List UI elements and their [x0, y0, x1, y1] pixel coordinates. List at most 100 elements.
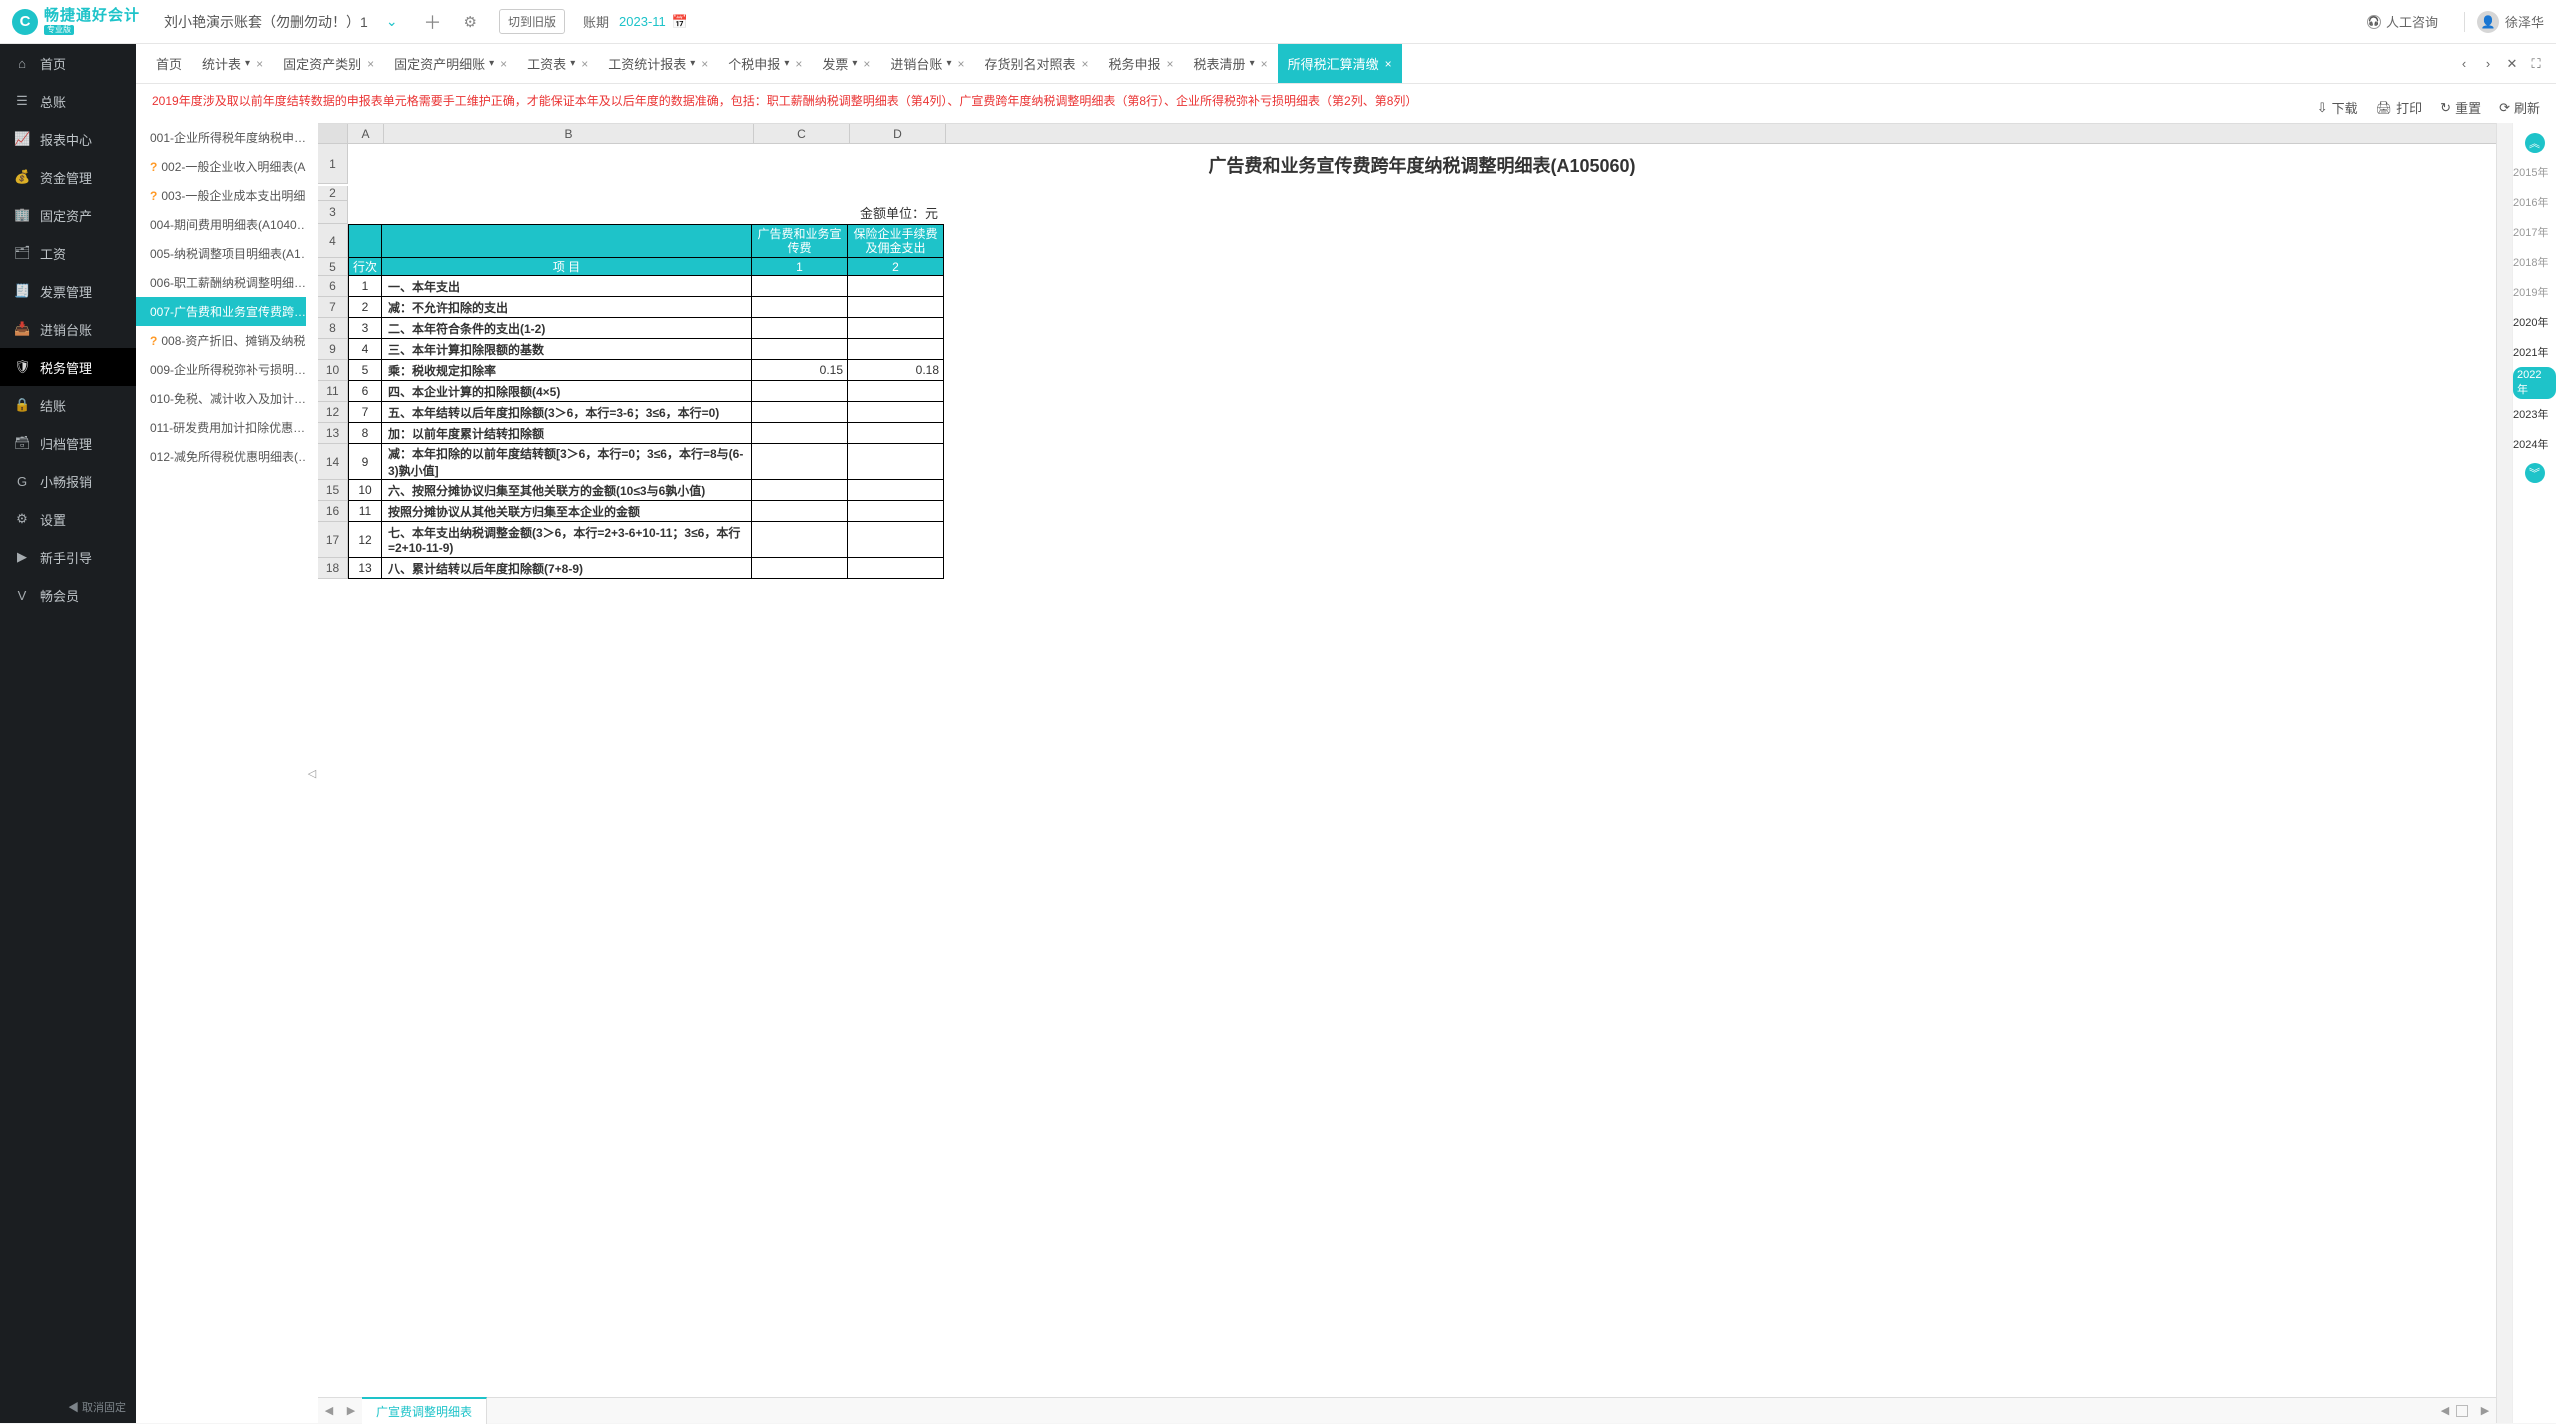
sheet-scroll-right-icon[interactable]: ▶	[2474, 1404, 2496, 1417]
form-list-item[interactable]: 012-减免所得税优惠明细表(…	[136, 442, 306, 471]
row-header[interactable]: 17	[318, 522, 348, 558]
tab-close-icon[interactable]: ×	[701, 57, 708, 71]
row-header[interactable]: 11	[318, 381, 348, 402]
cell-value-2[interactable]	[848, 444, 944, 480]
sheet-scroll-left-icon[interactable]: ◀	[2434, 1404, 2456, 1417]
username[interactable]: 徐泽华	[2505, 12, 2544, 31]
tab[interactable]: 发票▾×	[812, 44, 880, 83]
form-list-item[interactable]: 010-免税、减计收入及加计…	[136, 384, 306, 413]
nav-item[interactable]: ⌂首页	[0, 44, 136, 82]
nav-item[interactable]: ⚙设置	[0, 500, 136, 538]
form-list-item[interactable]: 001-企业所得税年度纳税申…	[136, 123, 306, 152]
cell-value-2[interactable]	[848, 423, 944, 444]
cell-value-1[interactable]	[752, 276, 848, 297]
row-header[interactable]: 7	[318, 297, 348, 318]
tab[interactable]: 固定资产类别×	[273, 44, 384, 83]
tab[interactable]: 固定资产明细账▾×	[384, 44, 517, 83]
row-header[interactable]: 14	[318, 444, 348, 480]
year-up-icon[interactable]: ︽	[2525, 133, 2545, 153]
nav-item[interactable]: 🗂工资	[0, 234, 136, 272]
tab-close-icon[interactable]: ×	[1167, 57, 1174, 71]
cell-value-1[interactable]	[752, 381, 848, 402]
period-value[interactable]: 2023-11	[619, 14, 666, 29]
calendar-icon[interactable]: 📅	[672, 14, 688, 30]
row-header[interactable]: 18	[318, 558, 348, 579]
account-chevron-icon[interactable]: ⌄	[386, 13, 398, 30]
year-item[interactable]: 2016年	[2513, 187, 2556, 217]
nav-item[interactable]: 🛡税务管理	[0, 348, 136, 386]
nav-item[interactable]: 📈报表中心	[0, 120, 136, 158]
refresh-button[interactable]: ⟳刷新	[2499, 98, 2540, 117]
tab[interactable]: 个税申报▾×	[718, 44, 812, 83]
tab-close-icon[interactable]: ×	[795, 57, 802, 71]
form-list-item[interactable]: 005-纳税调整项目明细表(A1…	[136, 239, 306, 268]
tab-close-icon[interactable]: ×	[581, 57, 588, 71]
col-header-d[interactable]: D	[850, 124, 946, 143]
nav-unpin[interactable]: ◀ 取消固定	[0, 1391, 136, 1423]
cell-value-1[interactable]	[752, 423, 848, 444]
tab[interactable]: 税务申报×	[1099, 44, 1184, 83]
nav-item[interactable]: 🧾发票管理	[0, 272, 136, 310]
cell-value-2[interactable]	[848, 501, 944, 522]
cell-value-1[interactable]	[752, 402, 848, 423]
year-item[interactable]: 2021年	[2513, 337, 2556, 367]
tab-close-icon[interactable]: ×	[957, 57, 964, 71]
cell-value-1[interactable]	[752, 522, 848, 558]
row-header[interactable]: 4	[318, 224, 348, 258]
tab-close-icon[interactable]: ×	[1261, 57, 1268, 71]
cell-value-2[interactable]	[848, 297, 944, 318]
tab[interactable]: 存货别名对照表×	[974, 44, 1098, 83]
support-link[interactable]: 🎧 人工咨询	[2367, 12, 2438, 31]
tab-close-icon[interactable]: ×	[1385, 57, 1392, 71]
tabs-fullscreen-icon[interactable]: ⛶	[2526, 54, 2546, 74]
row-header[interactable]: 8	[318, 318, 348, 339]
tab-close-icon[interactable]: ×	[367, 57, 374, 71]
col-header-c[interactable]: C	[754, 124, 850, 143]
row-header[interactable]: 13	[318, 423, 348, 444]
col-header-b[interactable]: B	[384, 124, 754, 143]
add-icon[interactable]: ＋	[424, 9, 442, 35]
row-header[interactable]: 5	[318, 258, 348, 276]
tab-close-icon[interactable]: ×	[863, 57, 870, 71]
year-item[interactable]: 2022年	[2513, 367, 2556, 399]
nav-item[interactable]: 💰资金管理	[0, 158, 136, 196]
cell-value-1[interactable]	[752, 501, 848, 522]
row-header[interactable]: 16	[318, 501, 348, 522]
form-list-item[interactable]: 004-期间费用明细表(A1040…	[136, 210, 306, 239]
form-list-item[interactable]: 011-研发费用加计扣除优惠…	[136, 413, 306, 442]
select-all-cell[interactable]	[318, 124, 348, 143]
cell-value-1[interactable]	[752, 339, 848, 360]
reset-button[interactable]: ↻重置	[2440, 98, 2481, 117]
sheet-prev-icon[interactable]: ◀	[318, 1404, 340, 1417]
cell-value-2[interactable]	[848, 402, 944, 423]
row-header[interactable]: 15	[318, 480, 348, 501]
cell-value-2[interactable]	[848, 381, 944, 402]
row-header[interactable]: 6	[318, 276, 348, 297]
year-item[interactable]: 2023年	[2513, 399, 2556, 429]
year-item[interactable]: 2019年	[2513, 277, 2556, 307]
nav-item[interactable]: 🔒结账	[0, 386, 136, 424]
tab[interactable]: 统计表▾×	[192, 44, 273, 83]
cell-value-1[interactable]	[752, 297, 848, 318]
form-list-item[interactable]: 009-企业所得税弥补亏损明…	[136, 355, 306, 384]
nav-item[interactable]: 🗃归档管理	[0, 424, 136, 462]
nav-item[interactable]: ▶新手引导	[0, 538, 136, 576]
download-button[interactable]: ⇩下载	[2317, 98, 2358, 117]
year-item[interactable]: 2017年	[2513, 217, 2556, 247]
cell-value-1[interactable]	[752, 558, 848, 579]
form-list-item[interactable]: ?003-一般企业成本支出明细…	[136, 181, 306, 210]
tab[interactable]: 首页	[146, 44, 192, 83]
tab[interactable]: 所得税汇算清缴×	[1278, 44, 1402, 83]
sheet-scroll-thumb[interactable]	[2456, 1405, 2468, 1417]
cell-value-1[interactable]: 0.15	[752, 360, 848, 381]
year-item[interactable]: 2018年	[2513, 247, 2556, 277]
tab[interactable]: 进销台账▾×	[880, 44, 974, 83]
year-item[interactable]: 2015年	[2513, 157, 2556, 187]
switch-old-button[interactable]: 切到旧版	[499, 9, 565, 34]
row-header[interactable]: 3	[318, 201, 348, 224]
account-name[interactable]: 刘小艳演示账套（勿删勿动！）1	[164, 12, 368, 32]
form-list-item[interactable]: ?008-资产折旧、摊销及纳税…	[136, 326, 306, 355]
sheet-tab[interactable]: 广宣费调整明细表	[362, 1397, 487, 1424]
cell-value-2[interactable]	[848, 276, 944, 297]
nav-item[interactable]: 🏢固定资产	[0, 196, 136, 234]
